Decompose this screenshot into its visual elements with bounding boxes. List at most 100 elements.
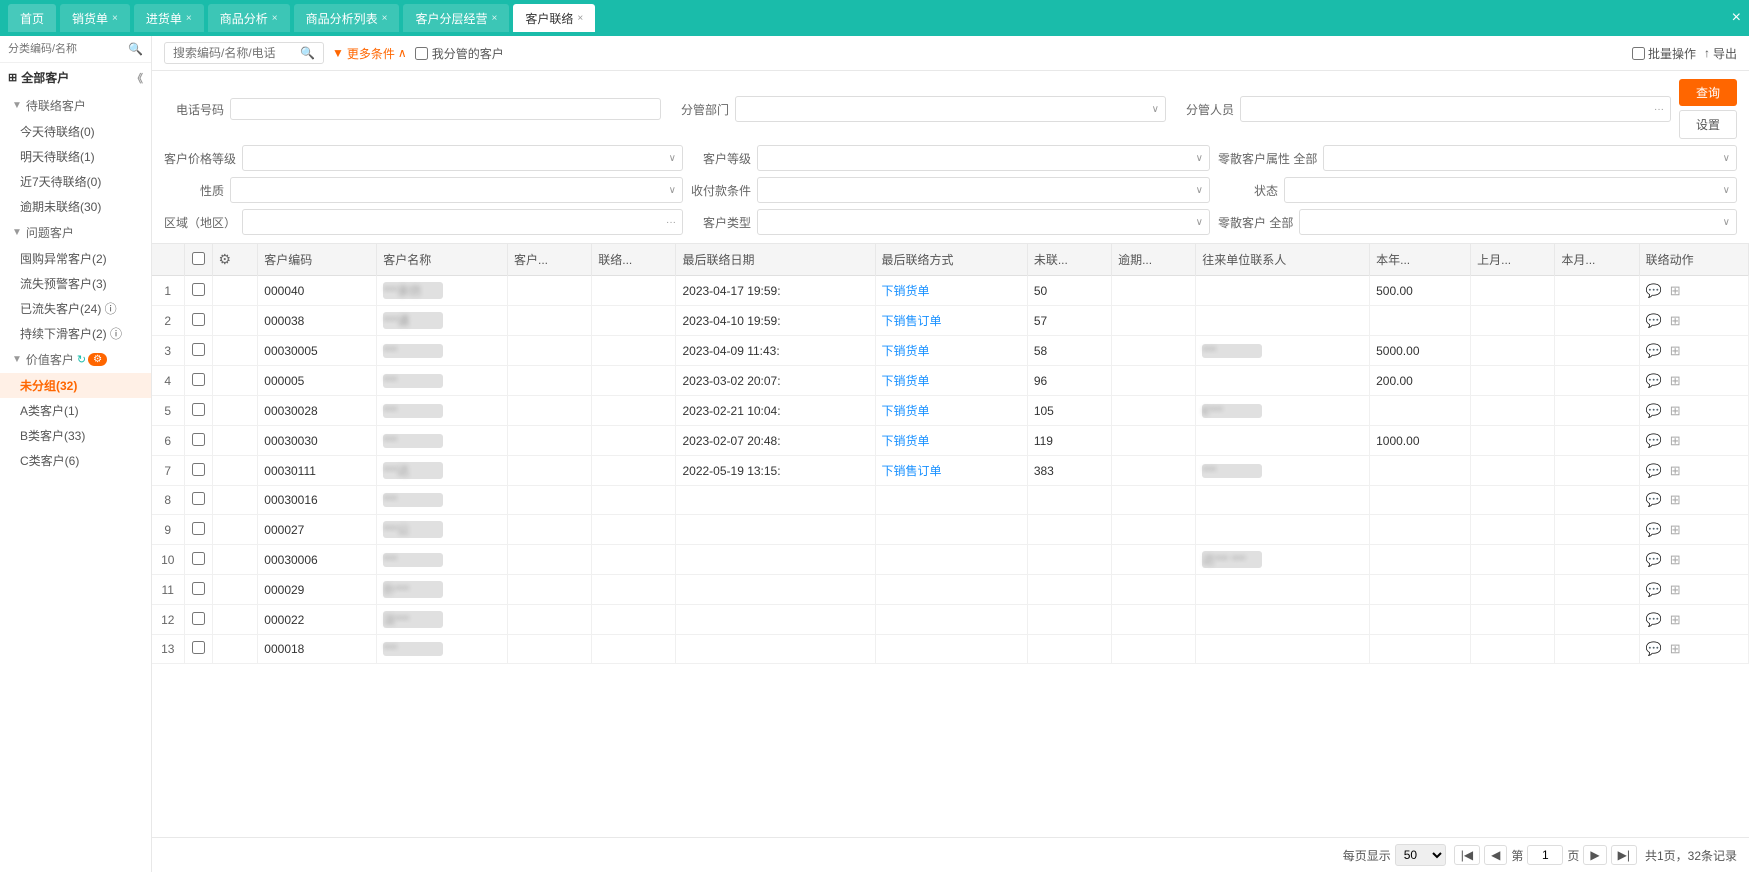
close-analysis-icon[interactable]: ×: [272, 13, 278, 24]
cell-check-7[interactable]: [184, 486, 212, 515]
chat-icon-0[interactable]: 💬: [1646, 283, 1662, 299]
filter-select-customer-type[interactable]: ∨: [757, 209, 1210, 235]
filter-select-area[interactable]: ···: [242, 209, 683, 235]
chat-icon-5[interactable]: 💬: [1646, 433, 1662, 449]
row-checkbox-4[interactable]: [192, 403, 205, 416]
sidebar-item-unassigned[interactable]: 未分组(32): [0, 373, 151, 398]
chat-icon-10[interactable]: 💬: [1646, 582, 1662, 598]
page-number-input[interactable]: [1527, 845, 1563, 865]
chat-icon-6[interactable]: 💬: [1646, 463, 1662, 479]
sidebar-item-tomorrow-pending[interactable]: 明天待联络(1): [0, 144, 151, 169]
close-all-tabs-button[interactable]: ×: [1732, 9, 1741, 27]
grid-icon-2[interactable]: ⊞: [1670, 343, 1681, 359]
row-checkbox-7[interactable]: [192, 492, 205, 505]
grid-icon-12[interactable]: ⊞: [1670, 641, 1681, 657]
last-page-button[interactable]: ▶|: [1611, 845, 1637, 865]
cell-check-4[interactable]: [184, 396, 212, 426]
sidebar-item-today-pending[interactable]: 今天待联络(0): [0, 119, 151, 144]
tab-customer-mgr[interactable]: 客户分层经营 ×: [403, 4, 509, 32]
batch-op-button[interactable]: 批量操作: [1632, 45, 1696, 62]
search-icon[interactable]: 🔍: [300, 46, 315, 60]
chat-icon-3[interactable]: 💬: [1646, 373, 1662, 389]
row-checkbox-2[interactable]: [192, 343, 205, 356]
sidebar-item-class-b[interactable]: B类客户(33): [0, 423, 151, 448]
row-checkbox-5[interactable]: [192, 433, 205, 446]
col-settings-icon[interactable]: ⚙: [219, 251, 232, 267]
grid-icon-0[interactable]: ⊞: [1670, 283, 1681, 299]
row-checkbox-11[interactable]: [192, 612, 205, 625]
tab-home[interactable]: 首页: [8, 4, 56, 32]
chat-icon-4[interactable]: 💬: [1646, 403, 1662, 419]
contact-way-link-4[interactable]: 下销货单: [882, 404, 930, 418]
filter-select-retail-attr[interactable]: ∨: [1323, 145, 1737, 171]
batch-checkbox[interactable]: [1632, 47, 1645, 60]
close-customer-mgr-icon[interactable]: ×: [491, 13, 497, 24]
sidebar-item-class-c[interactable]: C类客户(6): [0, 448, 151, 473]
chat-icon-2[interactable]: 💬: [1646, 343, 1662, 359]
query-button[interactable]: 查询: [1679, 79, 1737, 106]
close-analysis-list-icon[interactable]: ×: [382, 13, 388, 24]
contact-way-link-3[interactable]: 下销货单: [882, 374, 930, 388]
export-button[interactable]: ↑ 导出: [1704, 45, 1737, 62]
sidebar-item-7days-pending[interactable]: 近7天待联络(0): [0, 169, 151, 194]
contact-way-link-6[interactable]: 下销售订单: [882, 464, 942, 478]
sidebar-group-pending-contact[interactable]: ▼ 待联络客户: [0, 92, 151, 119]
grid-icon-4[interactable]: ⊞: [1670, 403, 1681, 419]
grid-icon-7[interactable]: ⊞: [1670, 492, 1681, 508]
sidebar-search-input[interactable]: [8, 43, 124, 55]
next-page-button[interactable]: ▶: [1583, 845, 1606, 865]
filter-input-phone[interactable]: [230, 98, 661, 120]
my-customers-filter[interactable]: 我分管的客户: [415, 45, 504, 62]
tab-analysis[interactable]: 商品分析 ×: [208, 4, 290, 32]
filter-select-dept[interactable]: ∨: [735, 96, 1166, 122]
my-customers-checkbox[interactable]: [415, 47, 428, 60]
chat-icon-1[interactable]: 💬: [1646, 313, 1662, 329]
cell-check-12[interactable]: [184, 635, 212, 664]
more-conditions-button[interactable]: ▼ 更多条件 ∧: [332, 45, 407, 62]
sidebar-item-abnormal-stockpile[interactable]: 囤购异常客户(2): [0, 246, 151, 271]
chat-icon-11[interactable]: 💬: [1646, 612, 1662, 628]
cell-check-3[interactable]: [184, 366, 212, 396]
close-purchase-icon[interactable]: ×: [186, 13, 192, 24]
filter-select-payment[interactable]: ∨: [757, 177, 1210, 203]
cell-check-0[interactable]: [184, 276, 212, 306]
sidebar-item-class-a[interactable]: A类客户(1): [0, 398, 151, 423]
select-all-checkbox[interactable]: [192, 252, 205, 265]
contact-way-link-1[interactable]: 下销售订单: [882, 314, 942, 328]
cell-check-10[interactable]: [184, 575, 212, 605]
sidebar-group-problem-customers[interactable]: ▼ 问题客户: [0, 219, 151, 246]
contact-way-link-2[interactable]: 下销货单: [882, 344, 930, 358]
row-checkbox-12[interactable]: [192, 641, 205, 654]
sidebar-item-loss-warning[interactable]: 流失预警客户(3): [0, 271, 151, 296]
all-customers-section[interactable]: ⊞ 全部客户 《: [0, 63, 151, 92]
sidebar-search-icon[interactable]: 🔍: [128, 42, 143, 56]
row-checkbox-9[interactable]: [192, 552, 205, 565]
row-checkbox-10[interactable]: [192, 582, 205, 595]
row-checkbox-1[interactable]: [192, 313, 205, 326]
chat-icon-9[interactable]: 💬: [1646, 552, 1662, 568]
sidebar-item-declining[interactable]: 持续下滑客户(2) ⓘ: [0, 321, 151, 346]
cell-check-1[interactable]: [184, 306, 212, 336]
grid-icon-10[interactable]: ⊞: [1670, 582, 1681, 598]
sidebar-item-overdue-pending[interactable]: 逾期未联络(30): [0, 194, 151, 219]
filter-select-manager[interactable]: ···: [1240, 96, 1671, 122]
row-checkbox-0[interactable]: [192, 283, 205, 296]
cell-check-8[interactable]: [184, 515, 212, 545]
grid-icon-1[interactable]: ⊞: [1670, 313, 1681, 329]
first-page-button[interactable]: |◀: [1454, 845, 1480, 865]
cell-check-9[interactable]: [184, 545, 212, 575]
grid-icon-9[interactable]: ⊞: [1670, 552, 1681, 568]
filter-select-retail-customer[interactable]: ∨: [1299, 209, 1737, 235]
close-sales-icon[interactable]: ×: [112, 13, 118, 24]
grid-icon-3[interactable]: ⊞: [1670, 373, 1681, 389]
value-customers-refresh-icon[interactable]: ↻: [77, 353, 86, 366]
grid-icon-11[interactable]: ⊞: [1670, 612, 1681, 628]
tab-sales[interactable]: 销货单 ×: [60, 4, 130, 32]
col-header-settings[interactable]: ⚙: [212, 244, 258, 276]
filter-select-nature[interactable]: ∨: [230, 177, 683, 203]
tab-analysis-list[interactable]: 商品分析列表 ×: [294, 4, 400, 32]
grid-icon-8[interactable]: ⊞: [1670, 522, 1681, 538]
close-customer-contact-icon[interactable]: ×: [577, 13, 583, 24]
search-input[interactable]: [173, 46, 296, 60]
row-checkbox-8[interactable]: [192, 522, 205, 535]
